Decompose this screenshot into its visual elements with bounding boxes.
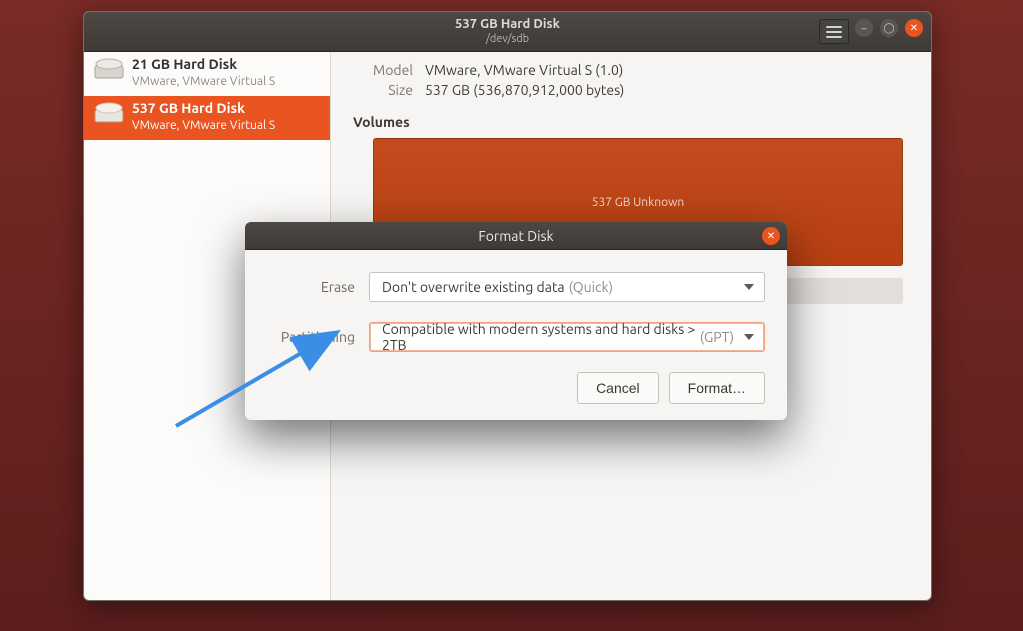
- volume-label: 537 GB Unknown: [592, 196, 685, 209]
- chevron-down-icon: [744, 334, 754, 340]
- sidebar-item-disk-2[interactable]: 537 GB Hard Disk VMware, VMware Virtual …: [84, 96, 330, 140]
- format-disk-dialog: Format Disk ✕ Erase Don't overwrite exis…: [245, 222, 787, 420]
- window-title: 537 GB Hard Disk: [455, 17, 560, 32]
- erase-combobox[interactable]: Don't overwrite existing data (Quick): [369, 272, 765, 302]
- cancel-button[interactable]: Cancel: [577, 372, 659, 404]
- dialog-close-button[interactable]: ✕: [762, 227, 780, 245]
- hard-disk-icon: [94, 102, 124, 124]
- minimize-button[interactable]: –: [855, 19, 873, 37]
- sidebar-item-title: 537 GB Hard Disk: [132, 100, 275, 116]
- erase-hint: (Quick): [569, 279, 613, 295]
- partitioning-label: Partitioning: [267, 329, 355, 345]
- partitioning-hint: (GPT): [700, 329, 734, 345]
- sidebar-item-title: 21 GB Hard Disk: [132, 56, 275, 72]
- model-value: VMware, VMware Virtual S (1.0): [425, 62, 909, 78]
- size-value: 537 GB (536,870,912,000 bytes): [425, 82, 909, 98]
- dialog-title: Format Disk: [478, 228, 553, 244]
- close-button[interactable]: ✕: [905, 19, 923, 37]
- format-button[interactable]: Format…: [669, 372, 765, 404]
- erase-value: Don't overwrite existing data: [382, 279, 565, 295]
- chevron-down-icon: [744, 284, 754, 290]
- volumes-heading: Volumes: [353, 114, 909, 130]
- model-label: Model: [353, 62, 413, 78]
- window-titlebar: 537 GB Hard Disk /dev/sdb – ◯ ✕: [84, 12, 931, 52]
- partitioning-combobox[interactable]: Compatible with modern systems and hard …: [369, 322, 765, 352]
- hard-disk-icon: [94, 58, 124, 80]
- maximize-button[interactable]: ◯: [880, 19, 898, 37]
- menu-button[interactable]: [819, 19, 849, 44]
- sidebar-item-sub: VMware, VMware Virtual S: [132, 75, 275, 88]
- window-subtitle: /dev/sdb: [486, 33, 529, 46]
- erase-label: Erase: [267, 279, 355, 295]
- partitioning-value: Compatible with modern systems and hard …: [382, 321, 696, 353]
- dialog-titlebar: Format Disk ✕: [245, 222, 787, 250]
- size-label: Size: [353, 82, 413, 98]
- sidebar-item-sub: VMware, VMware Virtual S: [132, 119, 275, 132]
- sidebar-item-disk-1[interactable]: 21 GB Hard Disk VMware, VMware Virtual S: [84, 52, 330, 96]
